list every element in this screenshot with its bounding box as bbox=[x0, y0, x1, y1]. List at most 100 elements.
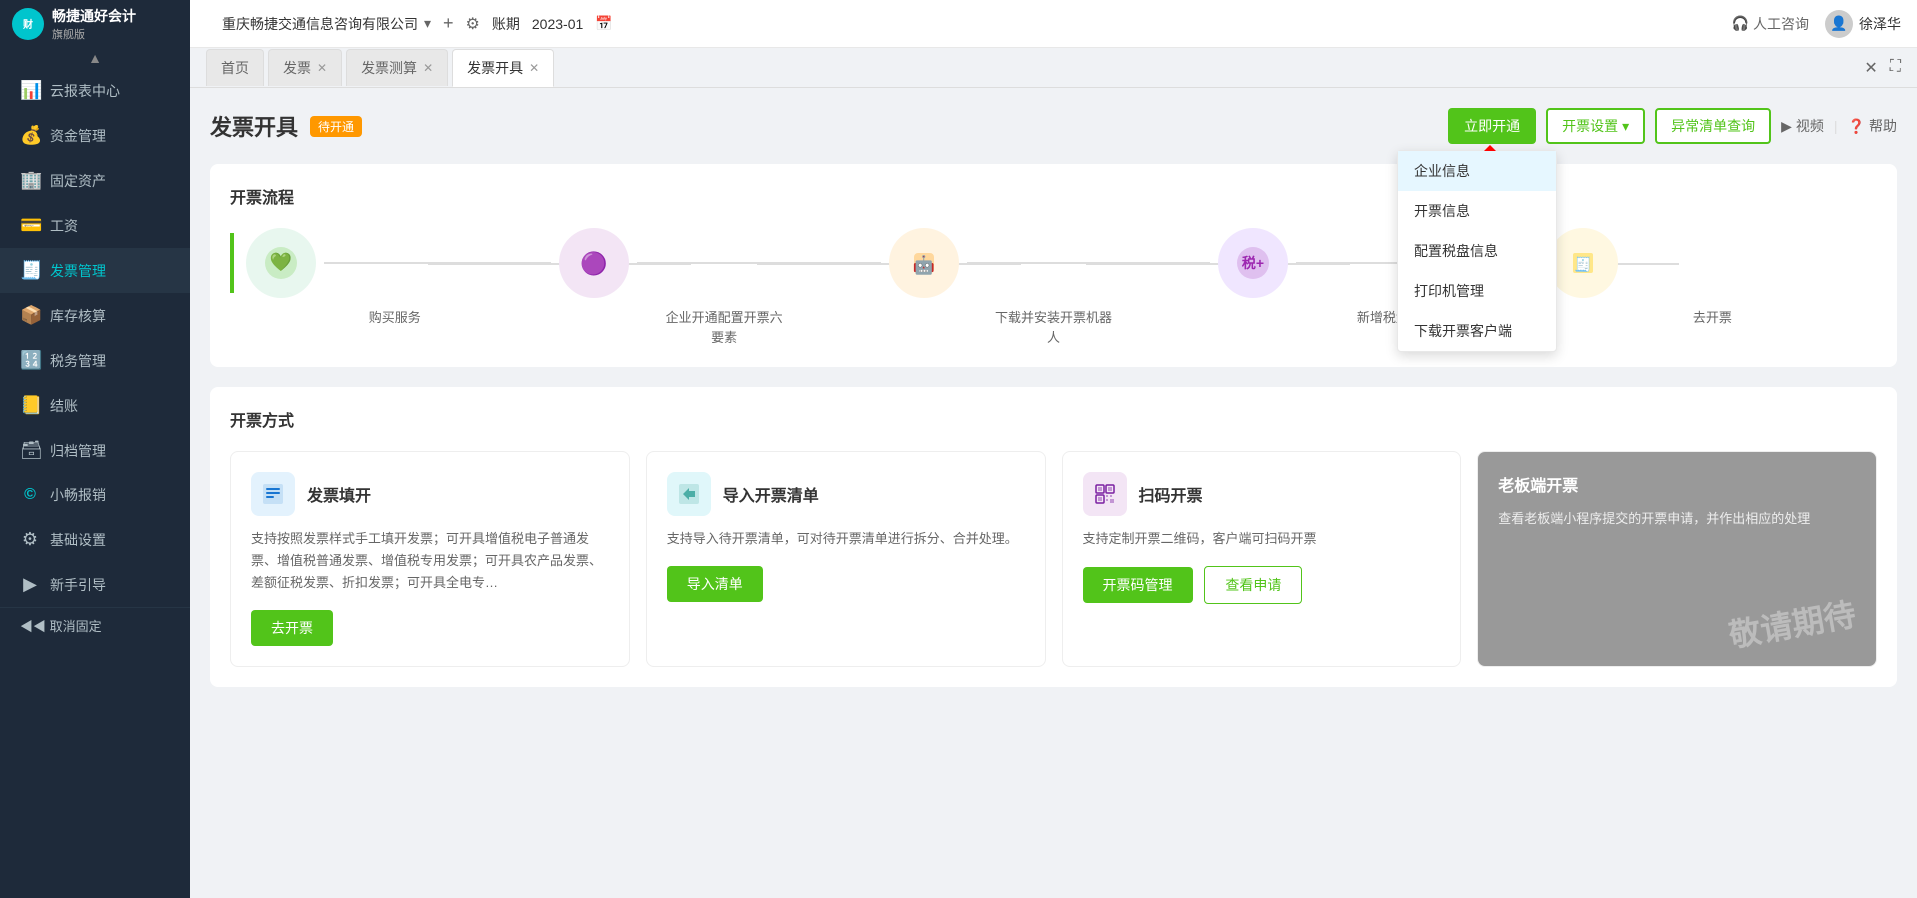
method-card-boss: 老板端开票 查看老板端小程序提交的开票申请，并作出相应的处理 敬请期待 bbox=[1477, 451, 1877, 667]
tab-fapiao-kaiju[interactable]: 发票开具 ✕ bbox=[452, 49, 554, 87]
sidebar-item-label: 工资 bbox=[50, 216, 78, 236]
dropdown-item-invoice[interactable]: 开票信息 bbox=[1398, 191, 1556, 231]
method-header-import: 导入开票清单 bbox=[667, 472, 1025, 516]
user-name: 徐泽华 bbox=[1859, 14, 1901, 34]
user-info[interactable]: 👤 徐泽华 bbox=[1825, 10, 1901, 38]
service-button[interactable]: 🎧 人工咨询 bbox=[1732, 14, 1809, 34]
sidebar-item-zijin[interactable]: 💰 资金管理 bbox=[0, 113, 190, 158]
boss-desc: 查看老板端小程序提交的开票申请，并作出相应的处理 bbox=[1498, 508, 1856, 530]
dropdown-item-taxdisk[interactable]: 配置税盘信息 bbox=[1398, 231, 1556, 271]
tax-icon: 🔢 bbox=[20, 350, 40, 371]
flow-step-2: 🟣 企业开通配置开票六要素 bbox=[559, 228, 888, 347]
xiaochang-icon: © bbox=[20, 486, 40, 504]
tab-controls: ✕ ⛶ bbox=[1864, 58, 1901, 78]
gear-icon: ⚙ bbox=[20, 529, 40, 550]
step-icon-5: 🧾 bbox=[1548, 228, 1618, 298]
sidebar-item-gudingzichan[interactable]: 🏢 固定资产 bbox=[0, 158, 190, 203]
import-icon bbox=[667, 472, 711, 516]
logo-icon: 财 bbox=[12, 8, 44, 40]
box-icon: 📦 bbox=[20, 305, 40, 326]
calendar-icon[interactable]: 📅 bbox=[595, 15, 612, 32]
status-badge: 待开通 bbox=[310, 116, 362, 137]
method-card-import: 导入开票清单 支持导入待开票清单，可对待开票清单进行拆分、合并处理。 导入清单 bbox=[646, 451, 1046, 667]
content-area: 首页 发票 ✕ 发票测算 ✕ 发票开具 ✕ ✕ ⛶ bbox=[190, 48, 1917, 898]
method-desc-import: 支持导入待开票清单，可对待开票清单进行拆分、合并处理。 bbox=[667, 528, 1025, 550]
dropdown-item-download[interactable]: 下载开票客户端 bbox=[1398, 311, 1556, 351]
fill-invoice-button[interactable]: 去开票 bbox=[251, 610, 333, 646]
company-name: 重庆畅捷交通信息咨询有限公司 bbox=[222, 14, 418, 34]
dropdown-item-company[interactable]: 企业信息 bbox=[1398, 151, 1556, 191]
method-card-fill: 发票填开 支持按照发票样式手工填开发票；可开具增值税电子普通发票、增值税普通发票… bbox=[230, 451, 630, 667]
sidebar-item-jiezhang[interactable]: 📒 结账 bbox=[0, 383, 190, 428]
step-label-2: 企业开通配置开票六要素 bbox=[664, 308, 784, 347]
sidebar-item-fapiao[interactable]: 🧾 发票管理 bbox=[0, 248, 190, 293]
tab-fapiao[interactable]: 发票 ✕ bbox=[268, 49, 342, 86]
tab-home[interactable]: 首页 bbox=[206, 49, 264, 86]
qr-manage-button[interactable]: 开票码管理 bbox=[1083, 567, 1193, 603]
sidebar-item-kucun[interactable]: 📦 库存核算 bbox=[0, 293, 190, 338]
step-icon-3: 🤖 bbox=[889, 228, 959, 298]
money-icon: 💰 bbox=[20, 125, 40, 146]
sidebar-item-guidang[interactable]: 🗃 归档管理 bbox=[0, 428, 190, 473]
sidebar-item-label: 发票管理 bbox=[50, 261, 106, 281]
settings-icon[interactable]: ⚙ bbox=[466, 14, 480, 34]
sidebar-item-jichushezhi[interactable]: ⚙ 基础设置 bbox=[0, 517, 190, 562]
chart-icon: 📊 bbox=[20, 80, 40, 101]
tab-fapiao-cesuan[interactable]: 发票测算 ✕ bbox=[346, 49, 448, 86]
sidebar-item-shuiwu[interactable]: 🔢 税务管理 bbox=[0, 338, 190, 383]
tab-expand[interactable]: ⛶ bbox=[1890, 58, 1901, 78]
sidebar-item-yunbao[interactable]: 📊 云报表中心 bbox=[0, 68, 190, 113]
step-icon-4: 税+ bbox=[1218, 228, 1288, 298]
sidebar-item-label: 资金管理 bbox=[50, 126, 106, 146]
svg-text:🤖: 🤖 bbox=[913, 254, 935, 275]
disabled-content: 老板端开票 查看老板端小程序提交的开票申请，并作出相应的处理 bbox=[1498, 472, 1856, 530]
method-card-scan: 扫码开票 支持定制开票二维码，客户端可扫码开票 开票码管理 查看申请 bbox=[1062, 451, 1462, 667]
import-list-button[interactable]: 导入清单 bbox=[667, 566, 763, 602]
dropdown-menu: 企业信息 开票信息 配置税盘信息 打印机管理 bbox=[1397, 150, 1557, 352]
help-button[interactable]: ❓ 帮助 bbox=[1848, 116, 1897, 136]
methods-section-title: 开票方式 bbox=[230, 407, 1877, 431]
sidebar-item-label: 结账 bbox=[50, 396, 78, 416]
sidebar-cancel-pin[interactable]: ◀◀ 取消固定 bbox=[0, 607, 190, 643]
tab-close-fapiao[interactable]: ✕ bbox=[317, 62, 327, 74]
exception-button[interactable]: 异常清单查询 bbox=[1655, 108, 1771, 144]
sidebar: ▲ 📊 云报表中心 💰 资金管理 🏢 固定资产 💳 工资 🧾 发票管理 bbox=[0, 48, 190, 898]
sidebar-item-label: 税务管理 bbox=[50, 351, 106, 371]
add-company-icon[interactable]: + bbox=[443, 13, 454, 34]
sidebar-scroll-up[interactable]: ▲ bbox=[0, 48, 190, 68]
methods-section: 开票方式 bbox=[210, 387, 1897, 687]
method-desc-fill: 支持按照发票样式手工填开发票；可开具增值税电子普通发票、增值税普通发票、增值税专… bbox=[251, 528, 609, 594]
tab-close-kaiju[interactable]: ✕ bbox=[529, 62, 539, 74]
settings-button[interactable]: 开票设置 ▾ bbox=[1546, 108, 1645, 144]
sidebar-item-label: 云报表中心 bbox=[50, 81, 120, 101]
step-label-3: 下载并安装开票机器人 bbox=[994, 308, 1114, 347]
page-header: 发票开具 待开通 立即开通 开票设置 ▾ 异常清单查询 ▶ 视频 | bbox=[210, 108, 1897, 144]
video-button[interactable]: ▶ 视频 bbox=[1781, 116, 1824, 136]
dropdown-item-printer[interactable]: 打印机管理 bbox=[1398, 271, 1556, 311]
view-apply-button[interactable]: 查看申请 bbox=[1204, 566, 1302, 604]
play-circle-icon: ▶ bbox=[1781, 118, 1792, 135]
sidebar-item-gongzi[interactable]: 💳 工资 bbox=[0, 203, 190, 248]
tab-close-cesuan[interactable]: ✕ bbox=[423, 62, 433, 74]
tab-close-all[interactable]: ✕ bbox=[1864, 58, 1877, 78]
svg-text:🟣: 🟣 bbox=[581, 251, 608, 276]
period-value: 2023-01 bbox=[532, 16, 583, 32]
step-icon-1: 💚 bbox=[246, 228, 316, 298]
building-icon: 🏢 bbox=[20, 170, 40, 191]
page-title: 发票开具 bbox=[210, 110, 298, 142]
sidebar-item-label: 库存核算 bbox=[50, 306, 106, 326]
company-selector[interactable]: 重庆畅捷交通信息咨询有限公司 ▾ bbox=[222, 14, 431, 34]
activate-button[interactable]: 立即开通 bbox=[1448, 108, 1536, 144]
top-bar-right: 🎧 人工咨询 👤 徐泽华 bbox=[1732, 10, 1917, 38]
sidebar-item-xiaochang[interactable]: © 小畅报销 bbox=[0, 473, 190, 517]
sidebar-item-xinshouyindao[interactable]: ▶ 新手引导 bbox=[0, 562, 190, 607]
methods-grid: 发票填开 支持按照发票样式手工填开发票；可开具增值税电子普通发票、增值税普通发票… bbox=[230, 451, 1877, 667]
app-wrapper: 财 畅捷通好会计 旗舰版 重庆畅捷交通信息咨询有限公司 ▾ + ⚙ 账期 202… bbox=[0, 0, 1917, 898]
dropdown-arrow bbox=[1484, 145, 1496, 151]
method-desc-scan: 支持定制开票二维码，客户端可扫码开票 bbox=[1083, 528, 1441, 550]
method-title-scan: 扫码开票 bbox=[1139, 482, 1203, 506]
tab-bar: 首页 发票 ✕ 发票测算 ✕ 发票开具 ✕ ✕ ⛶ bbox=[190, 48, 1917, 88]
book-icon: 📒 bbox=[20, 395, 40, 416]
logo-area: 财 畅捷通好会计 旗舰版 bbox=[0, 0, 190, 48]
step-icon-2: 🟣 bbox=[559, 228, 629, 298]
